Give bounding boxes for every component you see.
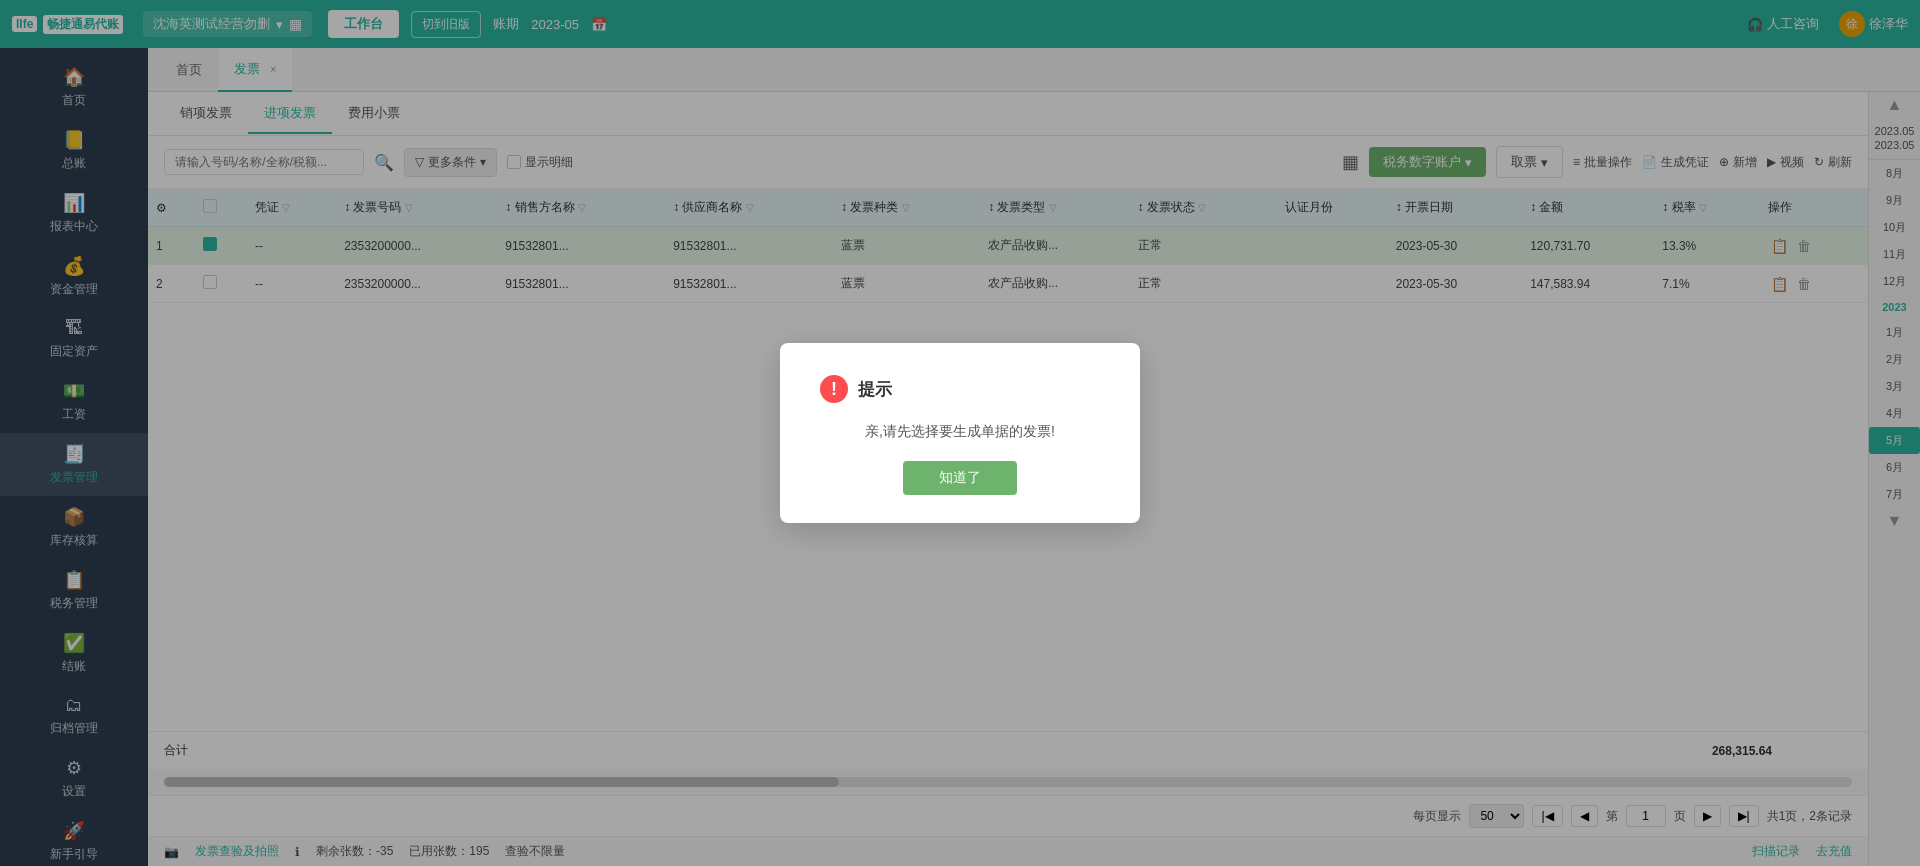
dialog-ok-button[interactable]: 知道了 xyxy=(903,461,1017,495)
dialog-title: 提示 xyxy=(858,378,892,401)
dialog-header: ! 提示 xyxy=(820,375,892,403)
dialog-body: 亲,请先选择要生成单据的发票! xyxy=(865,423,1055,441)
dialog: ! 提示 亲,请先选择要生成单据的发票! 知道了 xyxy=(780,343,1140,523)
dialog-footer: 知道了 xyxy=(820,461,1100,495)
warning-icon: ! xyxy=(820,375,848,403)
dialog-overlay[interactable]: ! 提示 亲,请先选择要生成单据的发票! 知道了 xyxy=(0,0,1920,866)
